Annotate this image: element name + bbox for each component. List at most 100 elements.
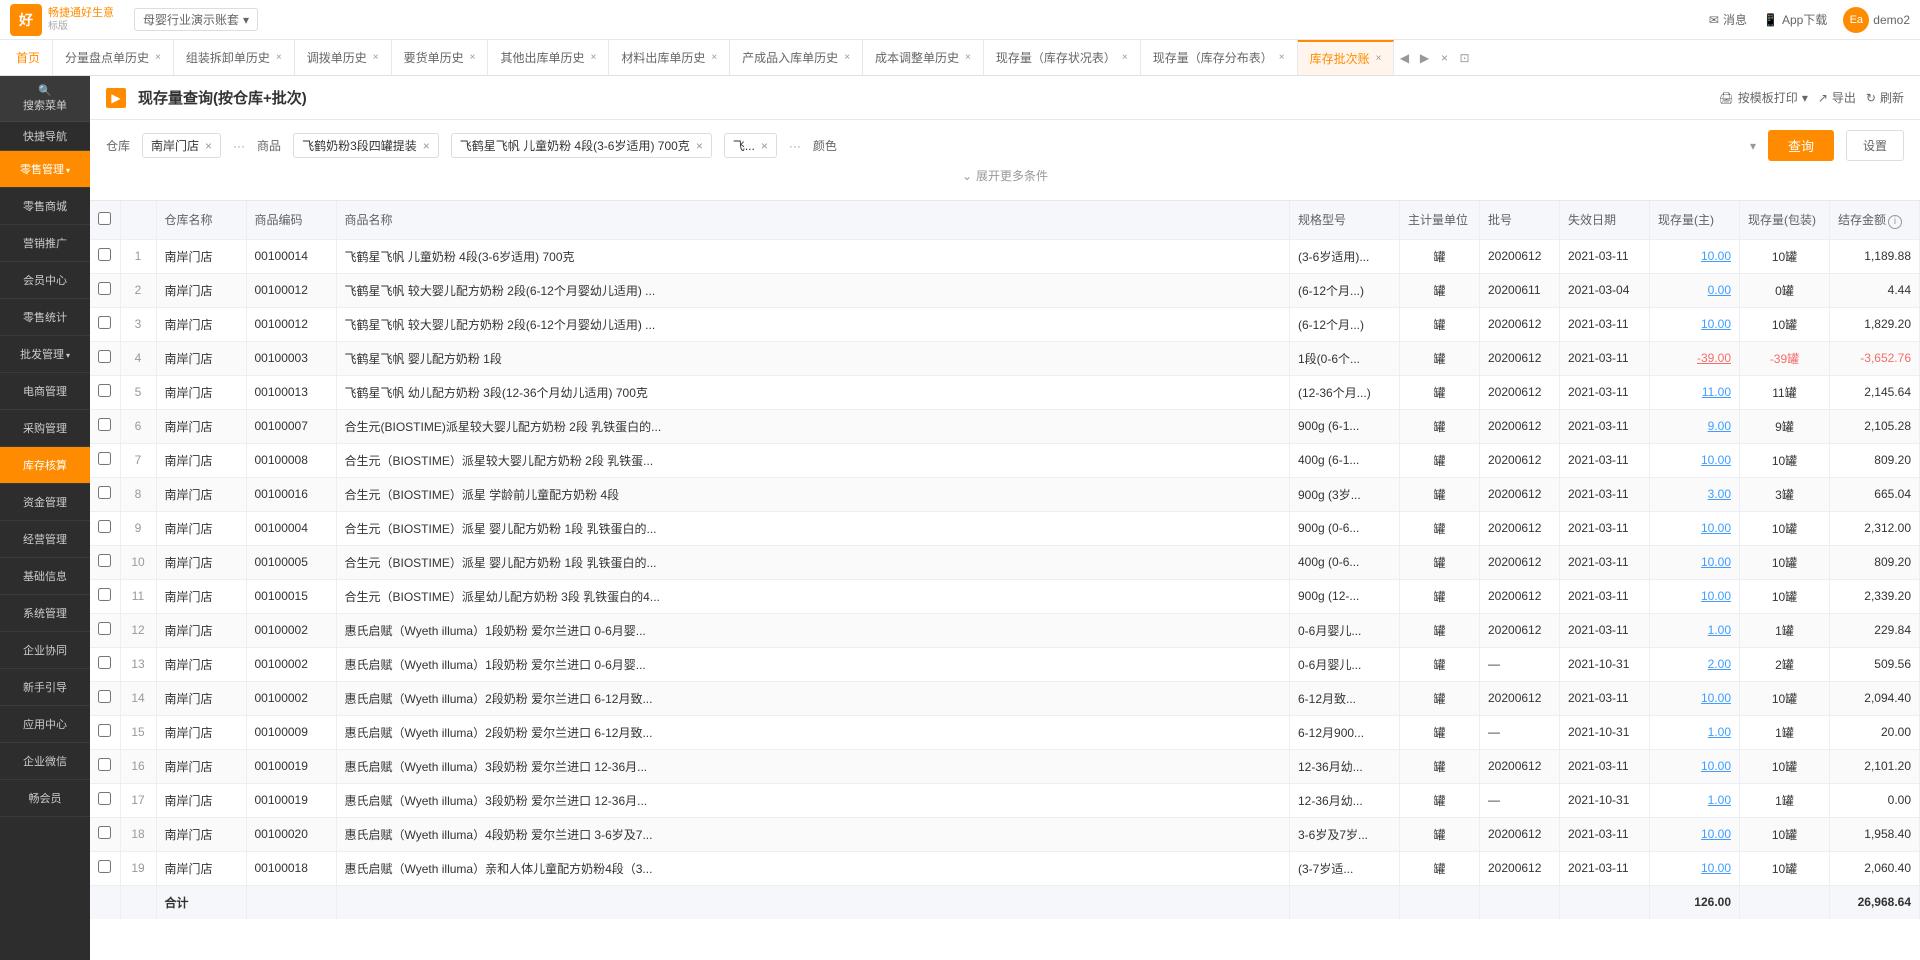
sidebar-item-newbie[interactable]: 新手引导 — [0, 669, 90, 706]
sidebar-item-retail-stats[interactable]: 零售统计 — [0, 299, 90, 336]
product-tag-close-3[interactable]: × — [761, 139, 768, 153]
tab-cost-adjust[interactable]: 成本调整单历史 × — [863, 40, 984, 76]
tab-close-icon[interactable]: × — [965, 52, 971, 63]
warehouse-more[interactable]: ··· — [233, 139, 245, 153]
sidebar-item-app-center[interactable]: 应用中心 — [0, 706, 90, 743]
warehouse-filter-tag[interactable]: 南岸门店 × — [142, 133, 221, 158]
row-stock-main[interactable]: 10.00 — [1650, 851, 1740, 885]
sidebar-item-inventory[interactable]: 库存核算 — [0, 447, 90, 484]
tab-yaohuo[interactable]: 要货单历史 × — [392, 40, 489, 76]
tab-home[interactable]: 首页 — [4, 40, 53, 76]
row-checkbox[interactable] — [98, 588, 111, 601]
color-chevron-down[interactable]: ▾ — [1750, 139, 1756, 153]
tab-zuzhangchai[interactable]: 组装拆卸单历史 × — [174, 40, 295, 76]
row-checkbox[interactable] — [98, 622, 111, 635]
tab-close-icon[interactable]: × — [1376, 53, 1382, 64]
sidebar-item-retail-mgmt[interactable]: 零售管理▾ — [0, 151, 90, 188]
product-tag-3[interactable]: 飞... × — [724, 133, 777, 158]
tab-close-icon[interactable]: × — [590, 52, 596, 63]
sidebar-item-member[interactable]: 会员中心 — [0, 262, 90, 299]
sidebar-item-wechat[interactable]: 企业微信 — [0, 743, 90, 780]
row-checkbox[interactable] — [98, 520, 111, 533]
row-stock-main[interactable]: 10.00 — [1650, 681, 1740, 715]
row-checkbox[interactable] — [98, 690, 111, 703]
app-download-button[interactable]: 📱 App下载 — [1763, 11, 1827, 28]
select-all-checkbox[interactable] — [98, 212, 111, 225]
sidebar-item-wholesale[interactable]: 批发管理▾ — [0, 336, 90, 373]
row-stock-main[interactable]: 10.00 — [1650, 545, 1740, 579]
row-stock-main[interactable]: 0.00 — [1650, 273, 1740, 307]
print-button[interactable]: 🖨 按模板打印 ▾ — [1719, 89, 1808, 106]
row-stock-main[interactable]: 10.00 — [1650, 307, 1740, 341]
tab-kucun-dist[interactable]: 现存量（库存分布表） × — [1141, 40, 1298, 76]
row-checkbox[interactable] — [98, 826, 111, 839]
expand-arrow-button[interactable]: ▶ — [106, 88, 126, 108]
sidebar-item-finance[interactable]: 资金管理 — [0, 484, 90, 521]
row-stock-main[interactable]: 1.00 — [1650, 715, 1740, 749]
tab-close-icon[interactable]: × — [155, 52, 161, 63]
row-stock-main[interactable]: 11.00 — [1650, 375, 1740, 409]
industry-selector[interactable]: 母婴行业演示账套 ▾ — [134, 8, 258, 31]
product-more[interactable]: ··· — [789, 139, 801, 153]
sidebar-item-operations[interactable]: 经营管理 — [0, 521, 90, 558]
tab-close-icon[interactable]: × — [276, 52, 282, 63]
query-button[interactable]: 查询 — [1768, 130, 1834, 161]
row-stock-main[interactable]: 1.00 — [1650, 783, 1740, 817]
product-tag-1[interactable]: 飞鹤奶粉3段四罐提装 × — [293, 133, 439, 158]
row-stock-main[interactable]: 10.00 — [1650, 443, 1740, 477]
row-checkbox[interactable] — [98, 282, 111, 295]
product-tag-close-1[interactable]: × — [423, 139, 430, 153]
tab-close-icon[interactable]: × — [373, 52, 379, 63]
balance-info-icon[interactable]: i — [1888, 215, 1902, 229]
product-tag-close-2[interactable]: × — [696, 139, 703, 153]
expand-conditions[interactable]: ⌄ 展开更多条件 — [106, 161, 1904, 190]
tab-menu[interactable]: ⊡ — [1454, 40, 1474, 76]
row-checkbox[interactable] — [98, 384, 111, 397]
export-button[interactable]: ↗ 导出 — [1818, 89, 1856, 106]
row-checkbox[interactable] — [98, 486, 111, 499]
sidebar-item-retail-shop[interactable]: 零售商城 — [0, 188, 90, 225]
tab-tiaobodanls[interactable]: 调拨单历史 × — [295, 40, 392, 76]
row-checkbox[interactable] — [98, 248, 111, 261]
settings-button[interactable]: 设置 — [1846, 130, 1904, 161]
row-stock-main[interactable]: 3.00 — [1650, 477, 1740, 511]
tab-close-all[interactable]: × — [1434, 40, 1454, 76]
sidebar-item-enterprise[interactable]: 企业协同 — [0, 632, 90, 669]
row-stock-main[interactable]: 10.00 — [1650, 817, 1740, 851]
row-checkbox[interactable] — [98, 656, 111, 669]
sidebar-item-member2[interactable]: 畅会员 — [0, 780, 90, 817]
tab-kucun-status[interactable]: 现存量（库存状况表） × — [984, 40, 1141, 76]
row-stock-main[interactable]: 10.00 — [1650, 579, 1740, 613]
refresh-button[interactable]: ↻ 刷新 — [1866, 89, 1904, 106]
tab-close-icon[interactable]: × — [844, 52, 850, 63]
row-stock-main[interactable]: 9.00 — [1650, 409, 1740, 443]
row-checkbox[interactable] — [98, 860, 111, 873]
row-checkbox[interactable] — [98, 758, 111, 771]
tab-nav-right[interactable]: ▶ — [1414, 40, 1434, 76]
sidebar-item-purchase[interactable]: 采购管理 — [0, 410, 90, 447]
tab-close-icon[interactable]: × — [470, 52, 476, 63]
tab-close-icon[interactable]: × — [711, 52, 717, 63]
sidebar-item-ecommerce[interactable]: 电商管理 — [0, 373, 90, 410]
tab-otheroutbound[interactable]: 其他出库单历史 × — [488, 40, 609, 76]
tab-close-icon[interactable]: × — [1122, 52, 1128, 63]
row-checkbox[interactable] — [98, 418, 111, 431]
row-stock-main[interactable]: 1.00 — [1650, 613, 1740, 647]
tab-product-in[interactable]: 产成品入库单历史 × — [730, 40, 863, 76]
user-avatar[interactable]: Ea demo2 — [1843, 7, 1910, 33]
tab-close-icon[interactable]: × — [1279, 52, 1285, 63]
row-checkbox[interactable] — [98, 554, 111, 567]
row-checkbox[interactable] — [98, 452, 111, 465]
warehouse-tag-close[interactable]: × — [205, 139, 212, 153]
sidebar-item-basic-info[interactable]: 基础信息 — [0, 558, 90, 595]
sidebar-search[interactable]: 🔍 搜索菜单 — [0, 76, 90, 122]
tab-fenliangpan[interactable]: 分量盘点单历史 × — [53, 40, 174, 76]
row-stock-main[interactable]: 2.00 — [1650, 647, 1740, 681]
sidebar-item-system[interactable]: 系统管理 — [0, 595, 90, 632]
row-checkbox[interactable] — [98, 350, 111, 363]
product-tag-2[interactable]: 飞鹤星飞帆 儿童奶粉 4段(3-6岁适用) 700克 × — [451, 133, 712, 158]
tab-kucun-batch[interactable]: 库存批次账 × — [1298, 40, 1395, 76]
row-stock-main[interactable]: -39.00 — [1650, 341, 1740, 375]
row-stock-main[interactable]: 10.00 — [1650, 511, 1740, 545]
tab-nav-left[interactable]: ◀ — [1394, 40, 1414, 76]
